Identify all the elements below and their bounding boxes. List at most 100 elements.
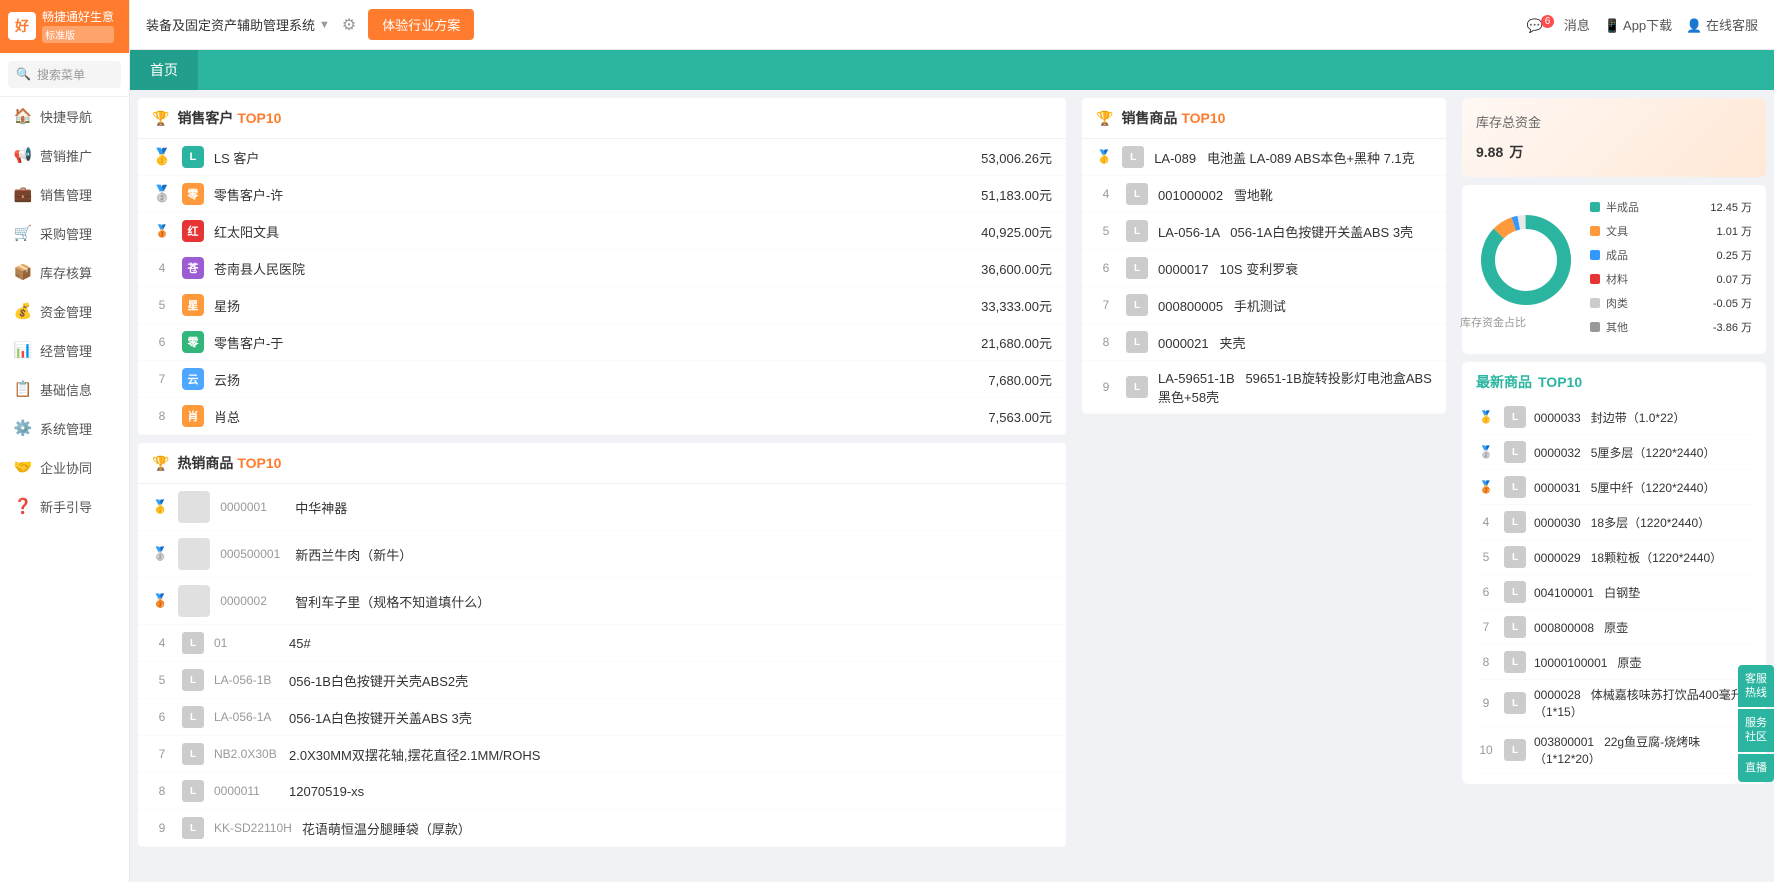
settings-icon[interactable]: ⚙ (342, 15, 356, 35)
rank-number: 4 (152, 636, 172, 650)
new-products-header: 最新商品 TOP10 (1476, 372, 1752, 392)
sidebar-item-finance[interactable]: 💰 资金管理 (0, 292, 129, 331)
rank-number: 5 (152, 298, 172, 312)
product-placeholder: L (182, 632, 204, 654)
sidebar-item-inventory[interactable]: 📦 库存核算 (0, 253, 129, 292)
customer-top10-card: 🏆 销售客户 TOP10 🥇 L LS 客户 53,006.26元 🥈 (138, 98, 1066, 435)
sidebar-item-collab[interactable]: 🤝 企业协同 (0, 448, 129, 487)
customer-amount: 21,680.00元 (981, 333, 1052, 352)
logo-icon: 好 (8, 12, 36, 40)
product-thumbnail (178, 538, 210, 570)
customer-name: 云扬 (214, 370, 978, 389)
online-service-area[interactable]: 👤 在线客服 (1686, 15, 1758, 34)
product-name: 花语萌恒温分腿睡袋（厚款） (302, 819, 1052, 838)
product-info: 0000029 18颗粒板（1220*2440） (1534, 549, 1752, 566)
product-placeholder: L (1504, 476, 1526, 498)
hot-product-row: 9 L KK-SD22110H 花语萌恒温分腿睡袋（厚款） (138, 810, 1066, 847)
tab-home[interactable]: 首页 (130, 50, 198, 90)
legend-color (1590, 322, 1600, 332)
product-placeholder: L (1504, 441, 1526, 463)
sidebar-item-label: 快捷导航 (40, 107, 92, 126)
cs-live-button[interactable]: 直播 (1738, 754, 1774, 782)
rank-number: 4 (1096, 187, 1116, 201)
legend-row: 材料 0.07 万 (1590, 271, 1752, 287)
finance-icon: 💰 (14, 302, 32, 320)
rank-number: 6 (1476, 585, 1496, 599)
legend-name: 半成品 (1606, 199, 1704, 215)
product-placeholder: L (1126, 183, 1148, 205)
message-area[interactable]: 💬 6 消息 (1527, 15, 1590, 34)
medal-icon: 🥇 (152, 499, 168, 515)
product-name: 2.0X30MM双摆花轴,摆花直径2.1MM/ROHS (289, 745, 1052, 764)
product-placeholder: L (182, 706, 204, 728)
product-info: 000800005 手机测试 (1158, 296, 1432, 315)
new-products-card: 最新商品 TOP10 🥇 L 0000033 封边带（1.0*22） 🥈 L 0… (1462, 362, 1766, 784)
product-info: LA-59651-1B 59651-1B旋转投影灯电池盒ABS黑色+58壳 (1158, 368, 1432, 406)
product-placeholder: L (1504, 406, 1526, 428)
trial-button[interactable]: 体验行业方案 (368, 9, 474, 40)
sidebar-item-label: 系统管理 (40, 419, 92, 438)
customer-top10-title: 销售客户 TOP10 (177, 108, 281, 128)
logo-badge: 标准版 (42, 26, 114, 43)
sidebar-item-guide[interactable]: ❓ 新手引导 (0, 487, 129, 526)
message-badge: 6 (1541, 15, 1555, 28)
rank-number: 5 (1476, 550, 1496, 564)
product-info: 0000017 10S 变利罗衰 (1158, 259, 1432, 278)
trophy-icon: 🏆 (1096, 110, 1113, 127)
customer-panel-col: 🏆 销售客户 TOP10 🥇 L LS 客户 53,006.26元 🥈 (130, 90, 1074, 882)
product-name: 12070519-xs (289, 784, 1052, 799)
product-placeholder: L (1504, 546, 1526, 568)
product-info: 003800001 22g鱼豆腐-烧烤味（1*12*20） (1534, 733, 1752, 767)
app-download-area[interactable]: 📱 App下载 (1604, 15, 1672, 34)
guide-icon: ❓ (14, 497, 32, 515)
inventory-icon: 📦 (14, 263, 32, 281)
hot-product-row: 7 L NB2.0X30B 2.0X30MM双摆花轴,摆花直径2.1MM/ROH… (138, 736, 1066, 773)
donut-wrap: 库存资金占比 (1476, 210, 1576, 330)
product-placeholder: L (1504, 581, 1526, 603)
sidebar-item-purchase[interactable]: 🛒 采购管理 (0, 214, 129, 253)
sidebar-item-operations[interactable]: 📊 经营管理 (0, 331, 129, 370)
product-placeholder: L (1122, 146, 1144, 168)
main-wrapper: 装备及固定资产辅助管理系统 ▼ ⚙ 体验行业方案 💬 6 消息 📱 App下载 … (130, 0, 1774, 882)
sidebar-item-system[interactable]: ⚙️ 系统管理 (0, 409, 129, 448)
hot-products-list: 🥇 0000001 中华神器 🥈 000500001 新西兰牛肉（新牛） (138, 484, 1066, 847)
new-product-row: 7 L 000800008 原壶 (1476, 610, 1752, 645)
new-products-badge: TOP10 (1538, 374, 1582, 390)
search-menu-button[interactable]: 🔍 搜索菜单 (8, 61, 121, 88)
sidebar-item-home[interactable]: 🏠 快捷导航 (0, 97, 129, 136)
legend-row: 半成品 12.45 万 (1590, 199, 1752, 215)
customer-rank-row: 6 零 零售客户-于 21,680.00元 (138, 324, 1066, 361)
customer-rank-row: 🥉 红 红太阳文具 40,925.00元 (138, 213, 1066, 250)
product-code: KK-SD22110H (214, 821, 292, 835)
product-placeholder: L (182, 817, 204, 839)
sales-product-row: 7 L 000800005 手机测试 (1082, 287, 1446, 324)
product-name: 新西兰牛肉（新牛） (295, 545, 1052, 564)
cs-float: 客服 热线 服务 社区 直播 (1738, 665, 1774, 782)
cs-community-button[interactable]: 服务 社区 (1738, 709, 1774, 752)
customer-name: 星扬 (214, 296, 971, 315)
product-code: 0000002 (220, 594, 285, 608)
product-name: 056-1B白色按键开关壳ABS2壳 (289, 671, 1052, 690)
product-info: 004100001 白钢垫 (1534, 584, 1752, 601)
sidebar-item-label: 采购管理 (40, 224, 92, 243)
customer-amount: 36,600.00元 (981, 259, 1052, 278)
legend-color (1590, 226, 1600, 236)
product-info: 000800008 原壶 (1534, 619, 1752, 636)
marketing-icon: 📢 (14, 146, 32, 164)
cs-hotline-button[interactable]: 客服 热线 (1738, 665, 1774, 708)
sidebar-item-sales[interactable]: 💼 销售管理 (0, 175, 129, 214)
sales-product-row: 9 L LA-59651-1B 59651-1B旋转投影灯电池盒ABS黑色+58… (1082, 361, 1446, 414)
system-title-dropdown[interactable]: 装备及固定资产辅助管理系统 ▼ (146, 15, 330, 34)
sales-product-header: 🏆 销售商品 TOP10 (1082, 98, 1446, 139)
customer-avatar: 云 (182, 368, 204, 390)
sidebar-item-marketing[interactable]: 📢 营销推广 (0, 136, 129, 175)
inventory-card: 库存总资金 9.88 万 (1462, 98, 1766, 177)
sales-icon: 💼 (14, 185, 32, 203)
medal-icon: 🥈 (152, 546, 168, 562)
sidebar-item-basic[interactable]: 📋 基础信息 (0, 370, 129, 409)
product-placeholder: L (1504, 692, 1526, 714)
new-product-row: 🥈 L 0000032 5厘多层（1220*2440） (1476, 435, 1752, 470)
hot-product-row: 🥉 0000002 智利车子里（规格不知道填什么） (138, 578, 1066, 625)
operations-icon: 📊 (14, 341, 32, 359)
legend-color (1590, 202, 1600, 212)
